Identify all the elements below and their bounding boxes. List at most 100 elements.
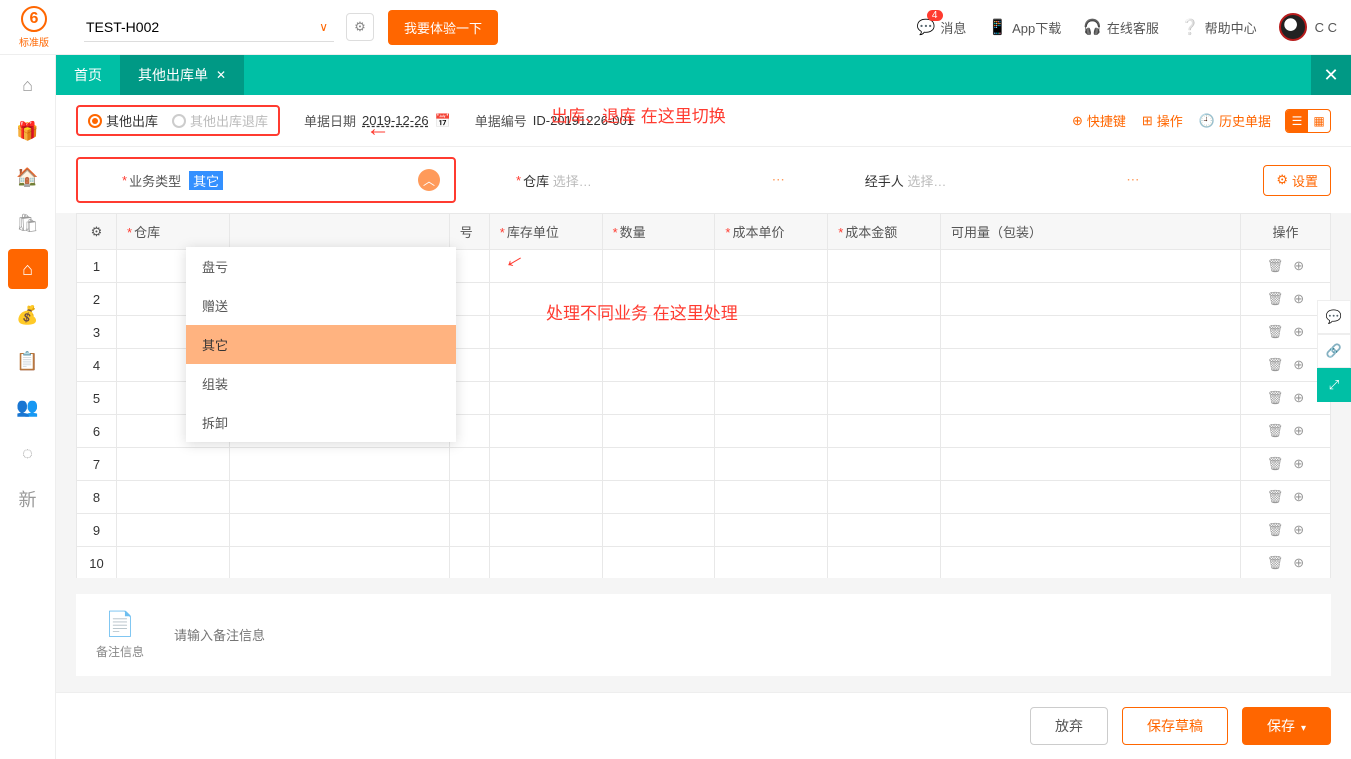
help-icon: ❔ xyxy=(1181,18,1200,36)
business-type-dropdown: 盘亏赠送其它组装拆卸 xyxy=(186,247,456,442)
copy-icon[interactable]: ⊕ xyxy=(1293,258,1304,274)
try-now-button[interactable]: 我要体验一下 xyxy=(388,10,498,45)
delete-icon[interactable]: 🗑 xyxy=(1267,324,1284,340)
dropdown-item[interactable]: 其它 xyxy=(186,325,456,364)
delete-icon[interactable]: 🗑 xyxy=(1267,522,1284,538)
warehouse-placeholder: 选择… xyxy=(553,171,592,190)
nav-bag-icon[interactable]: 🛍 xyxy=(8,203,48,243)
remark-input[interactable] xyxy=(174,620,1311,651)
dropdown-item[interactable]: 拆卸 xyxy=(186,403,456,442)
copy-icon[interactable]: ⊕ xyxy=(1293,357,1304,373)
footer-actions: 放弃 保存草稿 保存▾ xyxy=(56,692,1351,759)
delete-icon[interactable]: 🗑 xyxy=(1267,390,1284,406)
radio-other-outbound-return[interactable]: 其他出库退库 xyxy=(172,111,268,130)
save-draft-button[interactable]: 保存草稿 xyxy=(1122,707,1228,745)
settings-button[interactable]: ⚙ 设置 xyxy=(1263,165,1331,196)
doc-no-label: 单据编号 xyxy=(475,111,527,130)
delete-icon[interactable]: 🗑 xyxy=(1267,489,1284,505)
copy-icon[interactable]: ⊕ xyxy=(1293,489,1304,505)
close-all-tabs-button[interactable]: ✕ xyxy=(1311,55,1351,95)
messages-link[interactable]: 💬 4 消息 xyxy=(917,18,967,37)
handler-field[interactable]: 经手人 选择… ⋯ xyxy=(865,171,1140,190)
radio-other-outbound[interactable]: 其他出库 xyxy=(88,111,158,130)
brand-logo[interactable]: 6 标准版 xyxy=(14,6,54,49)
row-index: 4 xyxy=(77,349,117,382)
calendar-icon[interactable]: 📅 xyxy=(435,113,451,129)
chevron-down-icon[interactable]: ∨ xyxy=(313,20,334,34)
more-icon[interactable]: ⋯ xyxy=(1126,172,1139,188)
row-index: 5 xyxy=(77,382,117,415)
app-download-link[interactable]: 📱 App下载 xyxy=(988,18,1061,37)
table-row[interactable]: 9🗑⊕ xyxy=(77,514,1331,547)
table-settings-header[interactable]: ⚙ xyxy=(77,214,117,250)
tab-other-outbound[interactable]: 其他出库单 ✕ xyxy=(120,55,244,95)
col-unit-cost: *成本单价 xyxy=(715,214,828,250)
tab-home[interactable]: 首页 xyxy=(56,55,120,95)
rail-expand-icon[interactable]: ⤢ xyxy=(1317,368,1351,402)
view-card-button[interactable]: ▦ xyxy=(1308,110,1330,132)
row-index: 7 xyxy=(77,448,117,481)
nav-warehouse-icon[interactable]: ⌂ xyxy=(8,249,48,289)
search-input[interactable] xyxy=(84,13,313,41)
nav-home-icon[interactable]: ⌂ xyxy=(8,65,48,105)
save-button[interactable]: 保存▾ xyxy=(1242,707,1331,745)
delete-icon[interactable]: 🗑 xyxy=(1267,555,1284,571)
nav-new-icon[interactable]: 新 xyxy=(8,479,48,519)
user-menu[interactable]: C C xyxy=(1279,13,1337,41)
more-icon[interactable]: ⋯ xyxy=(772,172,785,188)
copy-icon[interactable]: ⊕ xyxy=(1293,324,1304,340)
grid-icon: ⊞ xyxy=(1142,113,1153,129)
business-type-field[interactable]: * 业务类型 其它 ︿ xyxy=(76,157,456,203)
right-rail: 💬 🔗 ⤢ xyxy=(1317,300,1351,402)
phone-icon: 📱 xyxy=(988,18,1007,36)
delete-icon[interactable]: 🗑 xyxy=(1267,423,1284,439)
dropdown-item[interactable]: 组装 xyxy=(186,364,456,403)
shortcut-button[interactable]: ⊕快捷键 xyxy=(1072,111,1126,130)
rail-chat-icon[interactable]: 💬 xyxy=(1317,300,1351,334)
row-index: 8 xyxy=(77,481,117,514)
help-center-link[interactable]: ❔ 帮助中心 xyxy=(1181,18,1257,37)
rail-link-icon[interactable]: 🔗 xyxy=(1317,334,1351,368)
table-row[interactable]: 7 🗑 ⊕ xyxy=(77,448,1331,481)
delete-icon[interactable]: 🗑 xyxy=(1267,258,1284,274)
nav-money-icon[interactable]: 💰 xyxy=(8,295,48,335)
copy-icon[interactable]: ⊕ xyxy=(1293,291,1304,307)
copy-icon[interactable]: ⊕ xyxy=(1293,390,1304,406)
delete-icon[interactable]: 🗑 xyxy=(1267,456,1284,472)
col-code-suffix: 号 xyxy=(449,214,489,250)
close-icon[interactable]: ✕ xyxy=(216,68,226,82)
col-stock-unit: *库存单位 xyxy=(489,214,602,250)
table-row[interactable]: 8 🗑 ⊕ xyxy=(77,481,1331,514)
dropdown-item[interactable]: 盘亏 xyxy=(186,247,456,286)
row-index: 3 xyxy=(77,316,117,349)
copy-icon[interactable]: ⊕ xyxy=(1293,522,1304,538)
dropdown-item[interactable]: 赠送 xyxy=(186,286,456,325)
nav-house-icon[interactable]: 🏠 xyxy=(8,157,48,197)
history-button[interactable]: 🕘历史单据 xyxy=(1199,111,1271,130)
nav-clipboard-icon[interactable]: 📋 xyxy=(8,341,48,381)
chevron-down-icon: ▾ xyxy=(1301,723,1306,734)
gear-icon: ⚙ xyxy=(1276,172,1288,188)
settings-gear-button[interactable]: ⚙ xyxy=(346,13,374,41)
operation-button[interactable]: ⊞操作 xyxy=(1142,111,1183,130)
discard-button[interactable]: 放弃 xyxy=(1030,707,1108,745)
nav-cycle-icon[interactable]: ◌ xyxy=(8,433,48,473)
warehouse-field[interactable]: * 仓库 选择… ⋯ xyxy=(516,171,785,190)
delete-icon[interactable]: 🗑 xyxy=(1267,357,1284,373)
document-toolbar: 其他出库 其他出库退库 单据日期 2019-12-26 📅 单据编号 ID-20… xyxy=(56,95,1351,147)
nav-contacts-icon[interactable]: 👥 xyxy=(8,387,48,427)
view-mode-toggle: ☰ ▦ xyxy=(1285,109,1331,133)
copy-icon[interactable]: ⊕ xyxy=(1293,456,1304,472)
delete-icon[interactable]: 🗑 xyxy=(1267,291,1284,307)
online-service-link[interactable]: 🎧 在线客服 xyxy=(1083,18,1159,37)
left-sidebar: ⌂ 🎁 🏠 🛍 ⌂ 💰 📋 👥 ◌ 新 xyxy=(0,55,56,759)
table-row[interactable]: 10🗑⊕ xyxy=(77,547,1331,579)
view-list-button[interactable]: ☰ xyxy=(1286,110,1308,132)
copy-icon[interactable]: ⊕ xyxy=(1293,555,1304,571)
global-search[interactable]: ∨ xyxy=(84,13,334,42)
chevron-up-icon[interactable]: ︿ xyxy=(418,169,440,191)
remark-label: 备注信息 xyxy=(96,643,144,660)
copy-icon[interactable]: ⊕ xyxy=(1293,423,1304,439)
nav-gift-icon[interactable]: 🎁 xyxy=(8,111,48,151)
doc-date-value[interactable]: 2019-12-26 xyxy=(362,113,429,128)
